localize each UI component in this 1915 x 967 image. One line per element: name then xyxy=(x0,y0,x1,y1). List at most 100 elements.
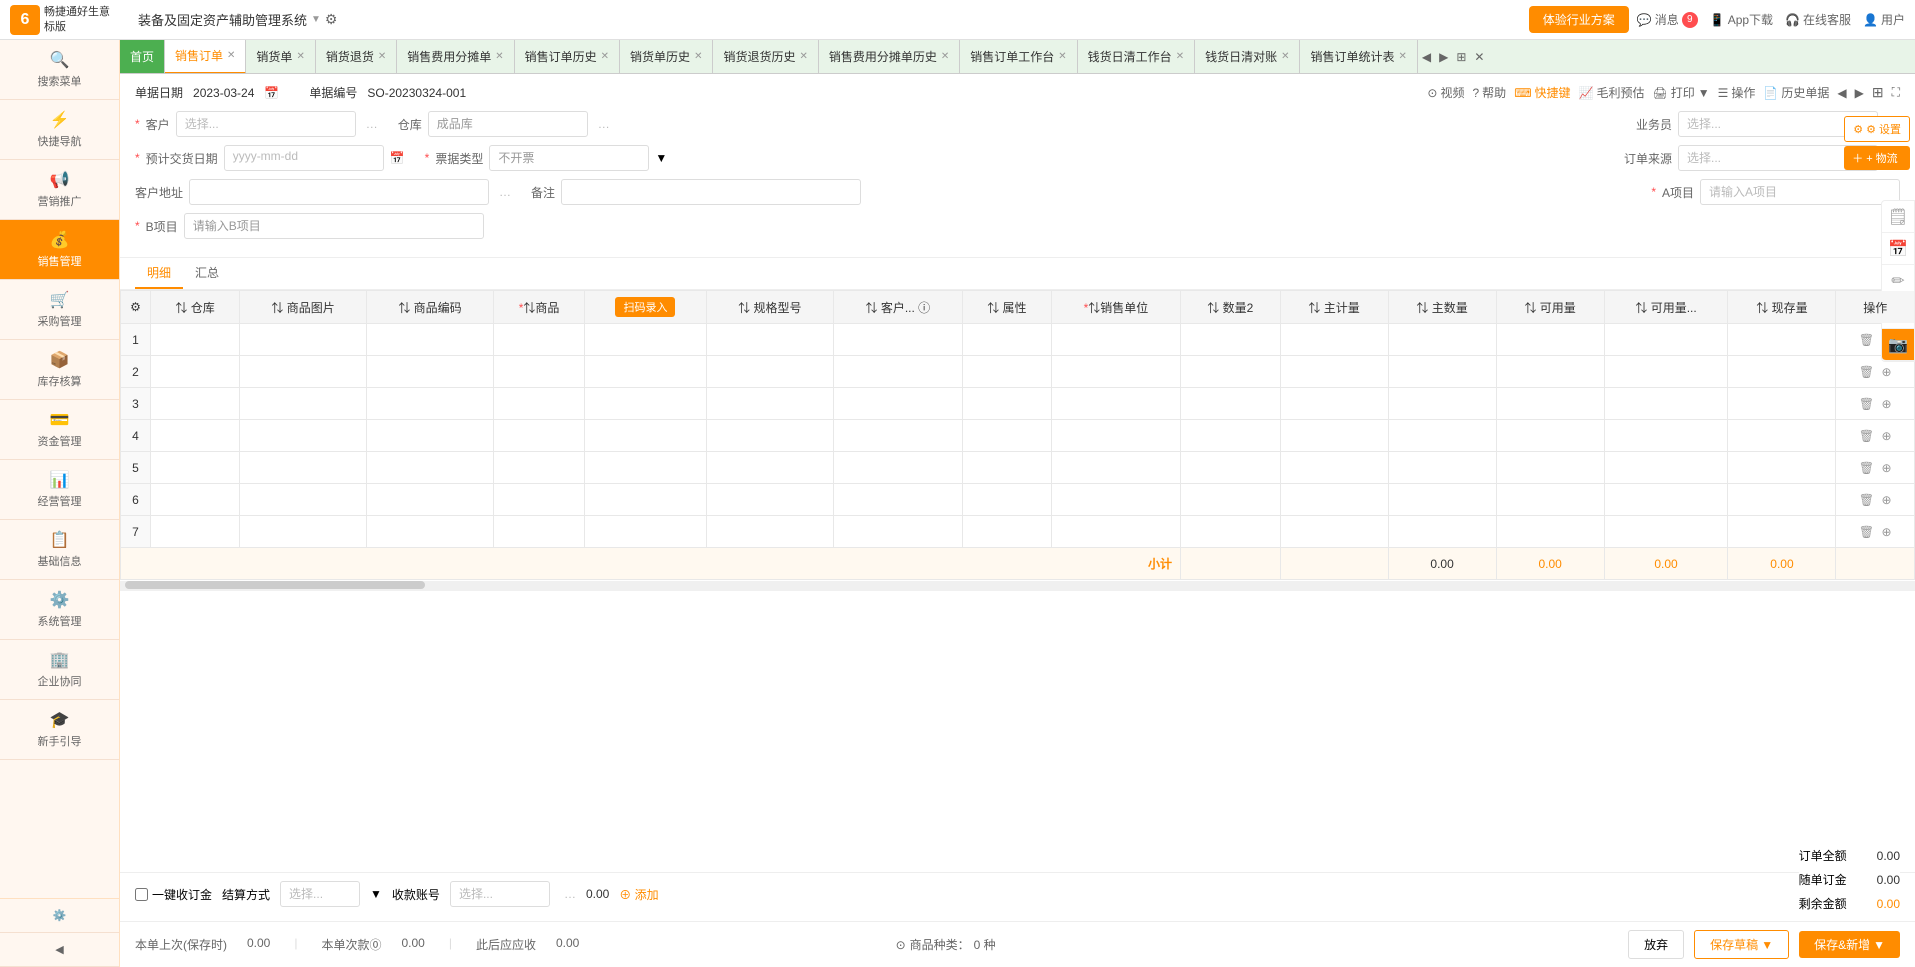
history-btn[interactable]: 📄 历史单据 xyxy=(1763,84,1829,101)
tab-refund-history[interactable]: 销货退货历史 ✕ xyxy=(713,40,818,74)
row3-delete-btn[interactable]: 🗑 xyxy=(1859,397,1874,411)
quick-deposit-checkbox[interactable] xyxy=(135,888,148,901)
b-project-input[interactable]: 请输入B项目 xyxy=(184,213,484,239)
row4-delete-btn[interactable]: 🗑 xyxy=(1859,429,1874,443)
scan-btn[interactable]: 扫码录入 xyxy=(615,297,675,317)
tab-close-sales-return[interactable]: ✕ xyxy=(296,51,304,62)
tab-sales-stats[interactable]: 销售订单统计表 ✕ xyxy=(1300,40,1417,74)
row6-delete-btn[interactable]: 🗑 xyxy=(1859,493,1874,507)
help-btn[interactable]: ? 帮助 xyxy=(1472,84,1506,101)
row5-copy-btn[interactable]: ⊕ xyxy=(1881,461,1891,475)
sidebar-item-purchase[interactable]: 🛒 采购管理 xyxy=(0,280,119,340)
row1-spec[interactable] xyxy=(706,324,833,356)
fullscreen-btn[interactable]: ⛶ xyxy=(1892,85,1900,100)
tab-next-btn[interactable]: ▶ xyxy=(1435,50,1452,64)
row1-img[interactable] xyxy=(240,324,367,356)
next-record-btn[interactable]: ▶ xyxy=(1855,86,1864,100)
sidebar-item-search[interactable]: 🔍 搜索菜单 xyxy=(0,40,119,100)
row1-cust-code[interactable] xyxy=(833,324,962,356)
row2-spec[interactable] xyxy=(706,356,833,388)
note-input[interactable] xyxy=(561,179,861,205)
tab-more-btn[interactable]: ⊞ xyxy=(1452,50,1470,64)
row2-avail[interactable] xyxy=(1496,356,1604,388)
tab-close-return-history[interactable]: ✕ xyxy=(694,51,702,62)
row2-attr[interactable] xyxy=(962,356,1051,388)
sidebar-settings-btn[interactable]: ⚙️ xyxy=(0,899,119,933)
tab-cash-reconcile[interactable]: 钱货日清对账 ✕ xyxy=(1195,40,1300,74)
tab-prev-btn[interactable]: ◀ xyxy=(1418,50,1435,64)
row4-copy-btn[interactable]: ⊕ xyxy=(1881,429,1891,443)
row2-code[interactable] xyxy=(367,356,494,388)
addr-more-btn[interactable]: … xyxy=(499,185,511,199)
row1-attr[interactable] xyxy=(962,324,1051,356)
row2-copy-btn[interactable]: ⊕ xyxy=(1881,365,1891,379)
tab-order-history[interactable]: 销售订单历史 ✕ xyxy=(515,40,620,74)
tab-cash-daily[interactable]: 钱货日清工作台 ✕ xyxy=(1078,40,1195,74)
tab-close-cash-reconcile[interactable]: ✕ xyxy=(1281,51,1289,62)
tab-close-refund-history[interactable]: ✕ xyxy=(799,51,807,62)
invoice-type-chevron[interactable]: ▼ xyxy=(655,151,667,165)
tab-mingxi[interactable]: 明细 xyxy=(135,258,183,289)
row1-main-unit[interactable] xyxy=(1280,324,1388,356)
row2-cust-code[interactable] xyxy=(833,356,962,388)
receipt-account-input[interactable]: 选择... xyxy=(450,881,550,907)
sidebar-item-enterprise[interactable]: 🏢 企业协同 xyxy=(0,640,119,700)
scrollbar-thumb[interactable] xyxy=(125,581,425,589)
actions-btn[interactable]: ☰ 操作 xyxy=(1718,84,1756,101)
tab-fee-split[interactable]: 销售费用分摊单 ✕ xyxy=(397,40,514,74)
row2-unit[interactable] xyxy=(1051,356,1180,388)
row2-product[interactable] xyxy=(493,356,584,388)
invoice-type-input[interactable]: 不开票 xyxy=(489,145,649,171)
row1-unit[interactable] xyxy=(1051,324,1180,356)
customer-input[interactable]: 选择... xyxy=(176,111,356,137)
sidebar-item-quicknav[interactable]: ⚡ 快捷导航 xyxy=(0,100,119,160)
row1-avail[interactable] xyxy=(1496,324,1604,356)
row1-stock[interactable] xyxy=(1728,324,1836,356)
tab-close-fee-split[interactable]: ✕ xyxy=(495,51,503,62)
print-btn[interactable]: 🖨 打印 ▼ xyxy=(1653,84,1710,101)
prev-record-btn[interactable]: ◀ xyxy=(1837,86,1846,100)
row1-scan[interactable] xyxy=(585,324,707,356)
tab-close-sales-order[interactable]: ✕ xyxy=(227,50,235,61)
save-new-btn[interactable]: 保存&新增 ▼ xyxy=(1799,931,1900,958)
online-service-btn[interactable]: 🎧 在线客服 xyxy=(1785,11,1851,28)
tab-home[interactable]: 首页 xyxy=(120,40,165,74)
tab-fee-history[interactable]: 销售费用分摊单历史 ✕ xyxy=(819,40,960,74)
discard-btn[interactable]: 放弃 xyxy=(1628,930,1684,959)
settings-icon[interactable]: ⚙ xyxy=(325,11,338,28)
right-icon-scan[interactable]: 📷 xyxy=(1882,329,1914,361)
app-download-btn[interactable]: 📱 App下载 xyxy=(1710,11,1773,28)
row1-avail2[interactable] xyxy=(1604,324,1728,356)
right-icon-notes[interactable]: 🗒 xyxy=(1882,201,1914,233)
tab-sales-order[interactable]: 销售订单 ✕ xyxy=(165,40,246,74)
settings-btn[interactable]: ⚙ ⚙ 设置 xyxy=(1844,116,1910,142)
row2-delete-btn[interactable]: 🗑 xyxy=(1859,365,1874,379)
customer-more-btn[interactable]: … xyxy=(366,117,378,131)
user-btn[interactable]: 👤 用户 xyxy=(1863,11,1905,28)
warehouse-input[interactable]: 成品库 xyxy=(428,111,588,137)
tab-close-refund-goods[interactable]: ✕ xyxy=(378,51,386,62)
row2-qty2[interactable] xyxy=(1180,356,1280,388)
row1-qty2[interactable] xyxy=(1180,324,1280,356)
profit-btn[interactable]: 📈 毛利预估 xyxy=(1579,84,1645,101)
tab-close-order-workbench[interactable]: ✕ xyxy=(1058,51,1066,62)
view-toggle-btn[interactable]: ⊞ xyxy=(1872,84,1884,101)
calendar2-icon[interactable]: 📅 xyxy=(390,151,405,165)
row2-stock[interactable] xyxy=(1728,356,1836,388)
row7-delete-btn[interactable]: 🗑 xyxy=(1859,525,1874,539)
sidebar-item-operation[interactable]: 📊 经营管理 xyxy=(0,460,119,520)
sidebar-item-newbie[interactable]: 🎓 新手引导 xyxy=(0,700,119,760)
row2-main-qty[interactable] xyxy=(1388,356,1496,388)
tab-huizong[interactable]: 汇总 xyxy=(183,258,231,289)
payment-method-select[interactable]: 选择... xyxy=(280,881,360,907)
horizontal-scrollbar[interactable] xyxy=(120,581,1915,591)
tab-refund-goods[interactable]: 销货退货 ✕ xyxy=(316,40,397,74)
row2-main-unit[interactable] xyxy=(1280,356,1388,388)
save-draft-btn[interactable]: 保存草稿 ▼ xyxy=(1694,930,1789,959)
video-btn[interactable]: ⊙ 视频 xyxy=(1427,84,1464,101)
col-settings-header[interactable]: ⚙ xyxy=(121,291,151,324)
tab-sales-return[interactable]: 销货单 ✕ xyxy=(246,40,315,74)
calendar-icon[interactable]: 📅 xyxy=(264,86,279,100)
payment-method-chevron[interactable]: ▼ xyxy=(370,887,382,901)
sidebar-item-sales[interactable]: 💰 销售管理 xyxy=(0,220,119,280)
